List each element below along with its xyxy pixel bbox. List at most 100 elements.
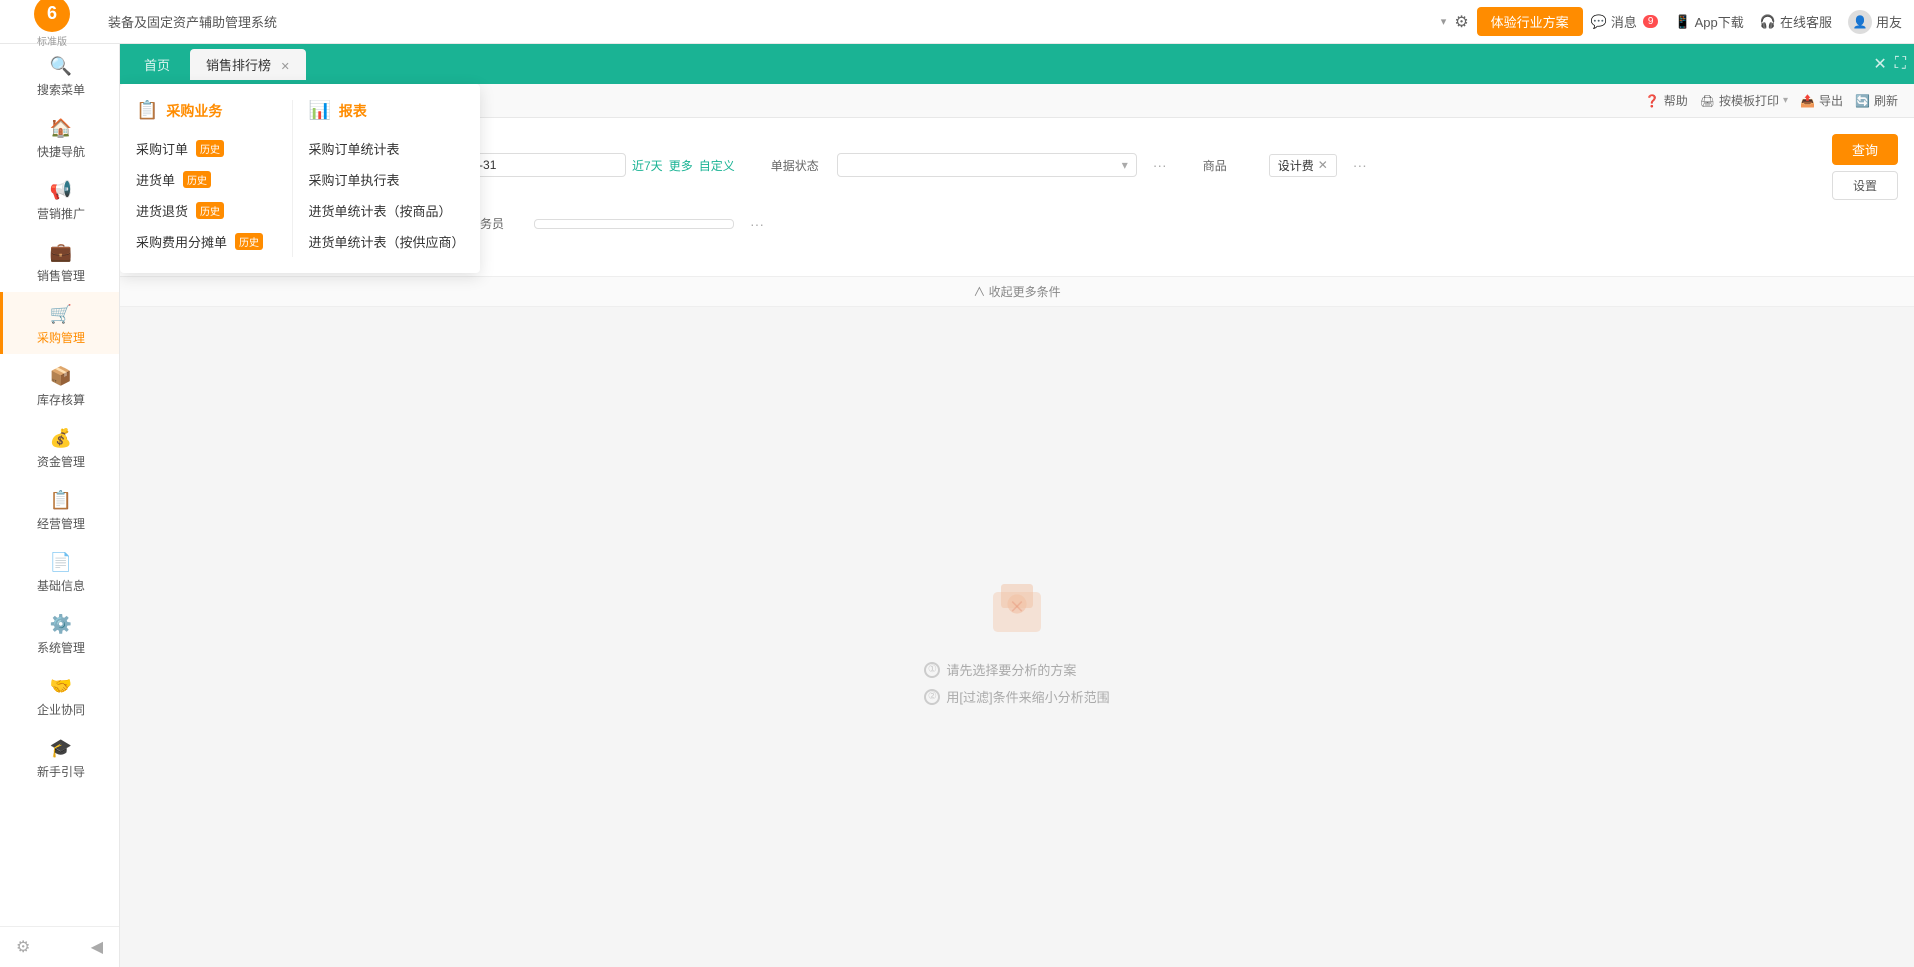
sidebar-item-basic-info[interactable]: 📄 基础信息 xyxy=(0,540,119,602)
sidebar-label-quick-nav: 快捷导航 xyxy=(37,143,85,160)
sidebar-label-operation: 经营管理 xyxy=(37,515,85,532)
sidebar-item-marketing[interactable]: 📢 营销推广 xyxy=(0,168,119,230)
sidebar-item-quick-nav[interactable]: 🏠 快捷导航 xyxy=(0,106,119,168)
user-menu[interactable]: 👤 用友 xyxy=(1848,10,1902,34)
sidebar-label-system: 系统管理 xyxy=(37,639,85,656)
menu-col-report: 📊 报表 采购订单统计表 采购订单执行表 进货单统计表（按商品） 进货单统计表（… xyxy=(292,100,465,257)
sidebar-item-operation[interactable]: 📋 经营管理 xyxy=(0,478,119,540)
quick-date-7days[interactable]: 近7天 xyxy=(632,157,663,174)
empty-tips: ① 请先选择要分析的方案 ② 用[过滤]条件来缩小分析范围 xyxy=(924,660,1109,706)
help-icon: ❓ xyxy=(1645,94,1660,108)
refresh-btn[interactable]: 🔄 刷新 xyxy=(1855,92,1898,109)
sidebar-settings-icon[interactable]: ⚙ xyxy=(16,937,30,957)
sidebar-item-system[interactable]: ⚙️ 系统管理 xyxy=(0,602,119,664)
sidebar-collapse-icon[interactable]: ◀ xyxy=(91,937,103,957)
collapse-label: 收起更多条件 xyxy=(989,285,1061,299)
tab-close-icon[interactable]: ✕ xyxy=(281,61,290,73)
print-btn[interactable]: 🖨 按模板打印 ▾ xyxy=(1700,92,1788,109)
sidebar-item-sales[interactable]: 💼 销售管理 xyxy=(0,230,119,292)
menu-item-purchase-order[interactable]: 采购订单 历史 xyxy=(136,133,292,164)
menu-item-incoming[interactable]: 进货单 历史 xyxy=(136,164,292,195)
incoming-label: 进货单 xyxy=(136,170,175,189)
topbar-right: 💬 消息 9 📱 App下载 🎧 在线客服 👤 用友 xyxy=(1591,10,1902,34)
sidebar-label-sales: 销售管理 xyxy=(37,267,85,284)
sidebar-bottom: ⚙ ◀ xyxy=(0,926,119,967)
tab-close-all-icon[interactable]: ✕ xyxy=(1873,54,1886,74)
return-hist: 历史 xyxy=(196,202,224,219)
system-dropdown-arrow[interactable]: ▾ xyxy=(1441,15,1447,28)
product-label: 商品 xyxy=(1203,157,1253,174)
topbar: 6 标准版 装备及固定资产辅助管理系统 ▾ ⚙ 体验行业方案 💬 消息 9 📱 … xyxy=(0,0,1914,44)
main-layout: 🔍 搜索菜单 🏠 快捷导航 📢 营销推广 💼 销售管理 🛒 采购管理 📦 库存核… xyxy=(0,44,1914,967)
sidebar-item-enterprise[interactable]: 🤝 企业协同 xyxy=(0,664,119,726)
industry-btn[interactable]: 体验行业方案 xyxy=(1477,7,1583,36)
quick-date-custom[interactable]: 自定义 xyxy=(699,157,735,174)
empty-tip-1: ① 请先选择要分析的方案 xyxy=(924,660,1109,679)
sidebar-label-finance: 资金管理 xyxy=(37,453,85,470)
salesperson-ellipsis: ··· xyxy=(750,216,764,232)
settings-button-2[interactable]: 设置 xyxy=(1832,171,1898,200)
menu-item-order-exec[interactable]: 采购订单执行表 xyxy=(309,164,465,195)
logo-subtext: 标准版 xyxy=(37,33,67,48)
salesperson-select[interactable] xyxy=(534,219,734,229)
collapse-icon: ∧ xyxy=(973,285,985,299)
action-col: 查询 设置 xyxy=(1832,130,1898,200)
menu-col-purchase: 📋 采购业务 采购订单 历史 进货单 历史 进货退货 历史 采购费用分摊单 xyxy=(136,100,292,257)
tip-text-1: 请先选择要分析的方案 xyxy=(946,660,1076,679)
collapse-bar[interactable]: ∧ 收起更多条件 xyxy=(120,277,1914,307)
product-tag[interactable]: 设计费 ✕ xyxy=(1269,154,1337,177)
sidebar-item-finance[interactable]: 💰 资金管理 xyxy=(0,416,119,478)
app-download-btn[interactable]: 📱 App下载 xyxy=(1674,12,1743,31)
print-label: 按模板打印 xyxy=(1719,92,1779,109)
sidebar-label-enterprise: 企业协同 xyxy=(37,701,85,718)
enterprise-icon: 🤝 xyxy=(50,676,72,697)
sidebar-item-inventory[interactable]: 📦 库存核算 xyxy=(0,354,119,416)
sidebar-label-marketing: 营销推广 xyxy=(37,205,85,222)
voucher-status-select[interactable]: ▾ xyxy=(837,153,1137,177)
content-area: 首页 销售排行榜 ✕ ✕ ⛶ ❓ 帮助 🖨 按模板打印 ▾ 📤 xyxy=(120,44,1914,967)
menu-item-order-stat[interactable]: 采购订单统计表 xyxy=(309,133,465,164)
product-ellipsis: ··· xyxy=(1353,157,1367,173)
purchase-menu-icon: 📋 xyxy=(136,100,158,121)
tab-fullscreen-icon[interactable]: ⛶ xyxy=(1895,55,1906,73)
home-icon: 🏠 xyxy=(50,118,72,139)
print-dropdown-icon[interactable]: ▾ xyxy=(1783,95,1788,106)
sidebar-item-search[interactable]: 🔍 搜索菜单 xyxy=(0,44,119,106)
query-button[interactable]: 查询 xyxy=(1832,134,1898,165)
sales-icon: 💼 xyxy=(50,242,72,263)
quick-date-more[interactable]: 更多 xyxy=(669,157,693,174)
logo-icon: 6 xyxy=(34,0,70,32)
expense-hist: 历史 xyxy=(235,233,263,250)
tab-bar-right: ✕ ⛶ xyxy=(1873,54,1906,74)
menu-item-expense[interactable]: 采购费用分摊单 历史 xyxy=(136,226,292,257)
message-icon: 💬 xyxy=(1591,14,1607,30)
export-icon: 📤 xyxy=(1800,94,1815,108)
product-tag-close-icon[interactable]: ✕ xyxy=(1318,158,1328,172)
tip-number-1: ① xyxy=(924,662,940,678)
user-label: 用友 xyxy=(1876,12,1902,31)
logo: 6 标准版 xyxy=(12,0,92,48)
tab-home[interactable]: 首页 xyxy=(128,49,186,80)
user-avatar: 👤 xyxy=(1848,10,1872,34)
menu-item-incoming-stat-product[interactable]: 进货单统计表（按商品） xyxy=(309,195,465,226)
help-btn[interactable]: ❓ 帮助 xyxy=(1645,92,1688,109)
export-btn[interactable]: 📤 导出 xyxy=(1800,92,1843,109)
menu-item-return[interactable]: 进货退货 历史 xyxy=(136,195,292,226)
export-label: 导出 xyxy=(1819,92,1843,109)
empty-illustration xyxy=(977,568,1057,648)
tab-sales-rank[interactable]: 销售排行榜 ✕ xyxy=(190,49,306,80)
marketing-icon: 📢 xyxy=(50,180,72,201)
sidebar-item-purchase[interactable]: 🛒 采购管理 xyxy=(0,292,119,354)
online-service-btn[interactable]: 🎧 在线客服 xyxy=(1760,12,1832,31)
settings-button[interactable]: ⚙ xyxy=(1454,12,1468,32)
system-title: 装备及固定资产辅助管理系统 xyxy=(108,12,1433,31)
order-stat-label: 采购订单统计表 xyxy=(309,139,400,158)
search-icon: 🔍 xyxy=(50,56,72,77)
message-btn[interactable]: 💬 消息 9 xyxy=(1591,12,1659,31)
purchase-order-hist: 历史 xyxy=(196,140,224,157)
sidebar-label-basic-info: 基础信息 xyxy=(37,577,85,594)
menu-col-report-header: 📊 报表 xyxy=(309,100,465,121)
menu-item-incoming-stat-supplier[interactable]: 进货单统计表（按供应商） xyxy=(309,226,465,257)
inventory-icon: 📦 xyxy=(50,366,72,387)
sidebar-item-newbie[interactable]: 🎓 新手引导 xyxy=(0,726,119,788)
